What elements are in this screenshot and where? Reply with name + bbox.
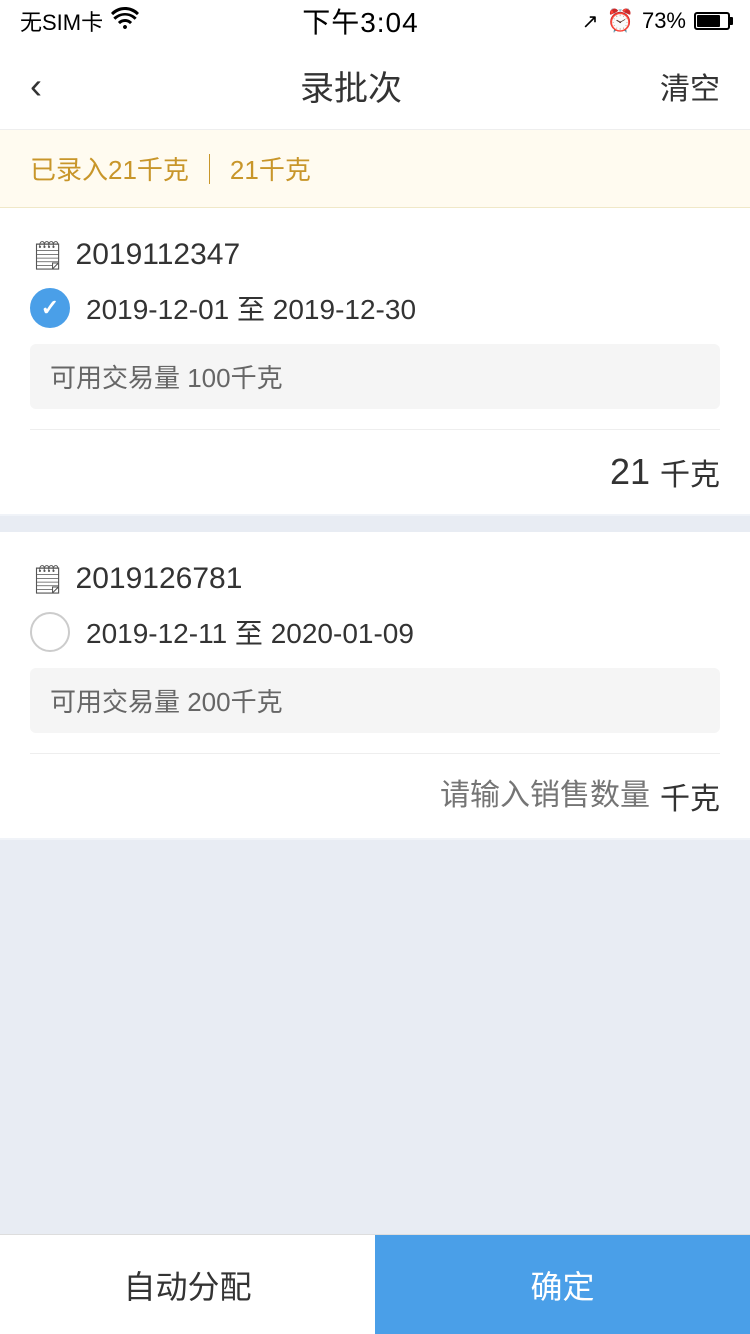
summary-divider bbox=[209, 154, 210, 184]
summary-recorded: 已录入21千克 bbox=[30, 150, 189, 187]
wifi-icon bbox=[111, 7, 139, 35]
carrier-text: 无SIM卡 bbox=[20, 5, 103, 37]
quantity-value-0: 21 bbox=[610, 451, 650, 493]
batch-id-0: 2019112347 bbox=[76, 238, 241, 272]
status-left: 无SIM卡 bbox=[20, 5, 139, 37]
batch-date-0: 2019-12-01 至 2019-12-30 bbox=[86, 288, 416, 328]
card-date-row-1: 2019-12-11 至 2020-01-09 bbox=[30, 612, 720, 652]
summary-total: 21千克 bbox=[230, 150, 311, 187]
card-date-row-0: 2019-12-01 至 2019-12-30 bbox=[30, 288, 720, 328]
card-divider bbox=[0, 516, 750, 532]
batch-icon-0: 🗒 bbox=[30, 239, 66, 272]
confirm-button[interactable]: 确定 bbox=[375, 1235, 750, 1334]
quantity-input-1[interactable] bbox=[30, 779, 650, 813]
input-unit-1: 千克 bbox=[660, 774, 720, 818]
clear-button[interactable]: 清空 bbox=[660, 64, 720, 108]
auto-assign-button[interactable]: 自动分配 bbox=[0, 1235, 375, 1334]
alarm-icon: ⏰ bbox=[607, 8, 634, 34]
input-row-1: 千克 bbox=[30, 753, 720, 838]
batch-available-1: 可用交易量 200千克 bbox=[30, 668, 720, 733]
status-time: 下午3:04 bbox=[302, 1, 419, 41]
back-button[interactable]: ‹ bbox=[30, 65, 42, 107]
batch-id-1: 2019126781 bbox=[76, 562, 243, 596]
nav-bar: ‹ 录批次 清空 bbox=[0, 42, 750, 130]
quantity-row-0: 21 千克 bbox=[30, 429, 720, 514]
radio-1[interactable] bbox=[30, 612, 70, 652]
bottom-bar: 自动分配 确定 bbox=[0, 1234, 750, 1334]
batch-card-1: 🗒 2019126781 2019-12-11 至 2020-01-09 可用交… bbox=[0, 532, 750, 838]
quantity-unit-0: 千克 bbox=[660, 450, 720, 494]
radio-0[interactable] bbox=[30, 288, 70, 328]
card-header-0: 🗒 2019112347 bbox=[30, 238, 720, 272]
battery-icon bbox=[694, 12, 730, 30]
status-bar: 无SIM卡 下午3:04 ↗ ⏰ 73% bbox=[0, 0, 750, 42]
card-header-1: 🗒 2019126781 bbox=[30, 562, 720, 596]
batch-icon-1: 🗒 bbox=[30, 563, 66, 596]
location-icon: ↗ bbox=[582, 9, 599, 34]
batch-date-1: 2019-12-11 至 2020-01-09 bbox=[86, 612, 414, 652]
battery-percent: 73% bbox=[642, 8, 686, 34]
status-right: ↗ ⏰ 73% bbox=[582, 8, 730, 34]
summary-banner: 已录入21千克 21千克 bbox=[0, 130, 750, 208]
batch-card-0: 🗒 2019112347 2019-12-01 至 2019-12-30 可用交… bbox=[0, 208, 750, 514]
page-title: 录批次 bbox=[300, 61, 402, 110]
batch-available-0: 可用交易量 100千克 bbox=[30, 344, 720, 409]
